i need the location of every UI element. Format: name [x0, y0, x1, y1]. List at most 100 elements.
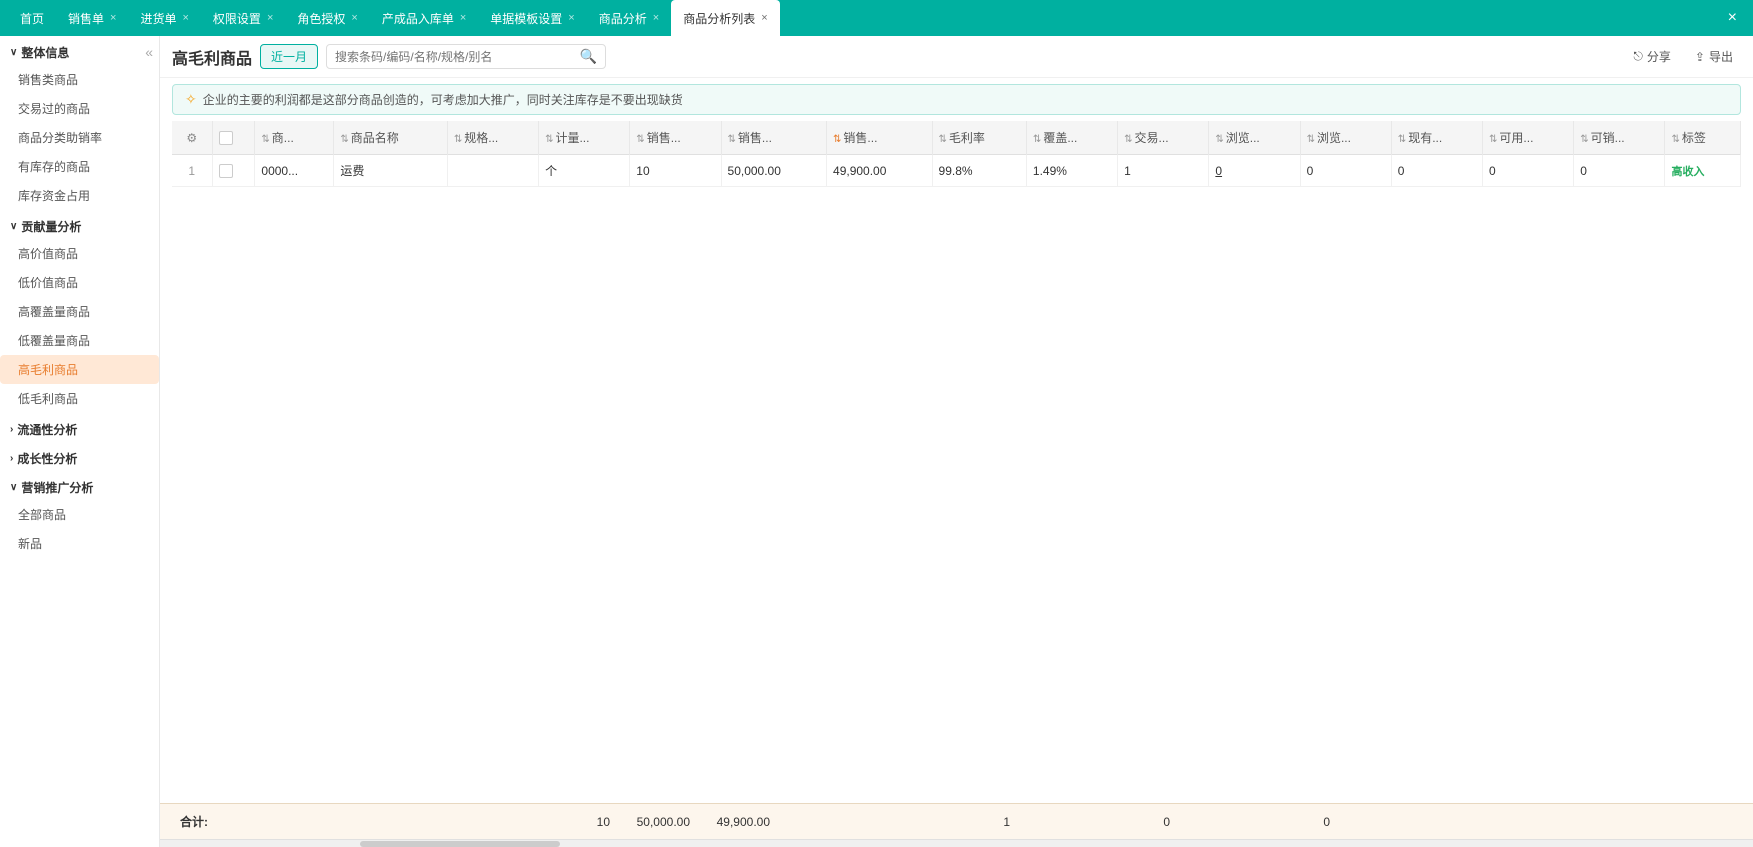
footer-available: 0 — [1256, 815, 1336, 829]
row-name: 运费 — [334, 155, 447, 187]
nav-tab-template[interactable]: 单据模板设置 × — [478, 0, 586, 36]
sidebar-group-growth[interactable]: › 成长性分析 — [0, 442, 159, 471]
sidebar-item-traded-goods[interactable]: 交易过的商品 — [0, 94, 159, 123]
col-tag[interactable]: ⇅标签 — [1665, 121, 1741, 155]
nav-tab-sales[interactable]: 销售单 × — [56, 0, 128, 36]
export-button[interactable]: ⇪ 导出 — [1687, 45, 1741, 68]
col-sales-cost[interactable]: ⇅销售... — [827, 121, 933, 155]
nav-tab-goods-analysis[interactable]: 商品分析 × — [587, 0, 671, 36]
sidebar-item-low-value[interactable]: 低价值商品 — [0, 268, 159, 297]
share-button[interactable]: ⎋ 分享 — [1625, 45, 1679, 68]
sidebar-group-liquidity[interactable]: › 流通性分析 — [0, 413, 159, 442]
col-view1[interactable]: ⇅浏览... — [1209, 121, 1300, 155]
col-unit[interactable]: ⇅计量... — [539, 121, 630, 155]
col-coverage[interactable]: ⇅覆盖... — [1026, 121, 1117, 155]
row-current: 0 — [1391, 155, 1482, 187]
nav-tab-role[interactable]: 角色授权 × — [285, 0, 369, 36]
nav-tab-template-close[interactable]: × — [568, 12, 574, 24]
nav-tab-purchase[interactable]: 进货单 × — [128, 0, 200, 36]
export-icon: ⇪ — [1695, 50, 1705, 64]
col-current[interactable]: ⇅现有... — [1391, 121, 1482, 155]
col-gross-rate[interactable]: ⇅毛利率 — [932, 121, 1026, 155]
col-settings[interactable]: ⚙ — [172, 121, 212, 155]
row-view1[interactable]: 0 — [1209, 155, 1300, 187]
info-icon: ✧ — [185, 91, 197, 108]
main-layout: « ∨ 整体信息 销售类商品 交易过的商品 商品分类助销率 有库存的商品 库存资… — [0, 36, 1753, 847]
content-header: 高毛利商品 近一月 🔍 ⎋ 分享 ⇪ 导出 — [160, 36, 1753, 78]
search-input[interactable] — [335, 50, 580, 64]
nav-tab-product-in[interactable]: 产成品入库单 × — [370, 0, 478, 36]
nav-tab-home[interactable]: 首页 — [8, 0, 56, 36]
row-tag: 高收入 — [1665, 155, 1741, 187]
row-view2: 0 — [1300, 155, 1391, 187]
col-code[interactable]: ⇅商... — [255, 121, 334, 155]
share-icon: ⎋ — [1633, 49, 1643, 64]
row-check[interactable] — [212, 155, 255, 187]
horizontal-scrollbar[interactable] — [160, 839, 1753, 847]
col-check[interactable] — [212, 121, 255, 155]
nav-tab-goods-analysis-label: 商品分析 — [599, 10, 647, 27]
sidebar-group-overall[interactable]: ∨ 整体信息 — [0, 36, 159, 65]
sidebar-item-low-margin[interactable]: 低毛利商品 — [0, 384, 159, 413]
row-coverage: 1.49% — [1026, 155, 1117, 187]
nav-tab-sales-close[interactable]: × — [110, 12, 116, 24]
nav-tab-product-in-label: 产成品入库单 — [382, 10, 454, 27]
col-sales-amount[interactable]: ⇅销售... — [721, 121, 827, 155]
scroll-thumb[interactable] — [360, 841, 560, 847]
sidebar-item-stock-goods[interactable]: 有库存的商品 — [0, 152, 159, 181]
sidebar-item-high-value[interactable]: 高价值商品 — [0, 239, 159, 268]
col-sales-qty[interactable]: ⇅销售... — [630, 121, 721, 155]
row-sales-amount: 50,000.00 — [721, 155, 827, 187]
sidebar-item-high-coverage[interactable]: 高覆盖量商品 — [0, 297, 159, 326]
sidebar-item-high-margin[interactable]: 高毛利商品 — [0, 355, 159, 384]
select-all-checkbox[interactable] — [219, 131, 233, 145]
nav-tab-permission[interactable]: 权限设置 × — [201, 0, 285, 36]
nav-tab-product-in-close[interactable]: × — [460, 12, 466, 24]
sidebar-item-category-assist[interactable]: 商品分类助销率 — [0, 123, 159, 152]
nav-tab-goods-list-close[interactable]: × — [761, 12, 767, 24]
sidebar: « ∨ 整体信息 销售类商品 交易过的商品 商品分类助销率 有库存的商品 库存资… — [0, 36, 160, 847]
sidebar-group-marketing[interactable]: ∨ 营销推广分析 — [0, 471, 159, 500]
export-label: 导出 — [1709, 48, 1733, 65]
col-spec[interactable]: ⇅规格... — [447, 121, 538, 155]
sidebar-group-contribution[interactable]: ∨ 贡献量分析 — [0, 210, 159, 239]
nav-tab-goods-analysis-close[interactable]: × — [653, 12, 659, 24]
nav-tab-sales-label: 销售单 — [68, 10, 104, 27]
sidebar-group-overall-arrow: ∨ — [10, 47, 17, 58]
sidebar-item-low-coverage[interactable]: 低覆盖量商品 — [0, 326, 159, 355]
nav-tab-goods-list[interactable]: 商品分析列表 × — [671, 0, 779, 36]
sidebar-group-growth-arrow: › — [10, 453, 13, 464]
row-index: 1 — [172, 155, 212, 187]
data-table-wrapper: ⚙ ⇅商... ⇅商品名称 ⇅规格... ⇅计量... ⇅销售... ⇅销售..… — [172, 121, 1741, 803]
sidebar-group-contribution-arrow: ∨ — [10, 221, 17, 232]
col-name[interactable]: ⇅商品名称 — [334, 121, 447, 155]
content-area: 高毛利商品 近一月 🔍 ⎋ 分享 ⇪ 导出 ✧ 企业的主要的利润都是这部分商品创… — [160, 36, 1753, 847]
nav-tab-purchase-close[interactable]: × — [182, 12, 188, 24]
sidebar-item-stock-capital[interactable]: 库存资金占用 — [0, 181, 159, 210]
sidebar-item-all-goods[interactable]: 全部商品 — [0, 500, 159, 529]
sidebar-group-contribution-title: 贡献量分析 — [21, 218, 81, 235]
nav-tab-permission-close[interactable]: × — [267, 12, 273, 24]
row-checkbox[interactable] — [219, 164, 233, 178]
sidebar-group-marketing-title: 营销推广分析 — [21, 479, 93, 496]
nav-tab-role-label: 角色授权 — [297, 10, 345, 27]
nav-tab-role-close[interactable]: × — [351, 12, 357, 24]
filter-recent-month-button[interactable]: 近一月 — [260, 44, 318, 69]
nav-tab-permission-label: 权限设置 — [213, 10, 261, 27]
view1-link[interactable]: 0 — [1215, 164, 1222, 178]
col-view2[interactable]: ⇅浏览... — [1300, 121, 1391, 155]
search-box[interactable]: 🔍 — [326, 44, 606, 69]
info-banner-text: 企业的主要的利润都是这部分商品创造的，可考虑加大推广，同时关注库存是不要出现缺货 — [203, 91, 683, 108]
col-trade[interactable]: ⇅交易... — [1118, 121, 1209, 155]
col-saleable[interactable]: ⇅可销... — [1574, 121, 1665, 155]
sidebar-item-new-goods[interactable]: 新品 — [0, 529, 159, 558]
search-icon[interactable]: 🔍 — [580, 48, 597, 65]
footer-sales-cost: 49,900.00 — [696, 815, 776, 829]
sidebar-item-sales-goods[interactable]: 销售类商品 — [0, 65, 159, 94]
table-header-row: ⚙ ⇅商... ⇅商品名称 ⇅规格... ⇅计量... ⇅销售... ⇅销售..… — [172, 121, 1741, 155]
share-label: 分享 — [1647, 48, 1671, 65]
col-available[interactable]: ⇅可用... — [1483, 121, 1574, 155]
window-close-button[interactable]: × — [1720, 9, 1745, 27]
nav-tab-home-label: 首页 — [20, 10, 44, 27]
sidebar-collapse-button[interactable]: « — [145, 44, 153, 60]
